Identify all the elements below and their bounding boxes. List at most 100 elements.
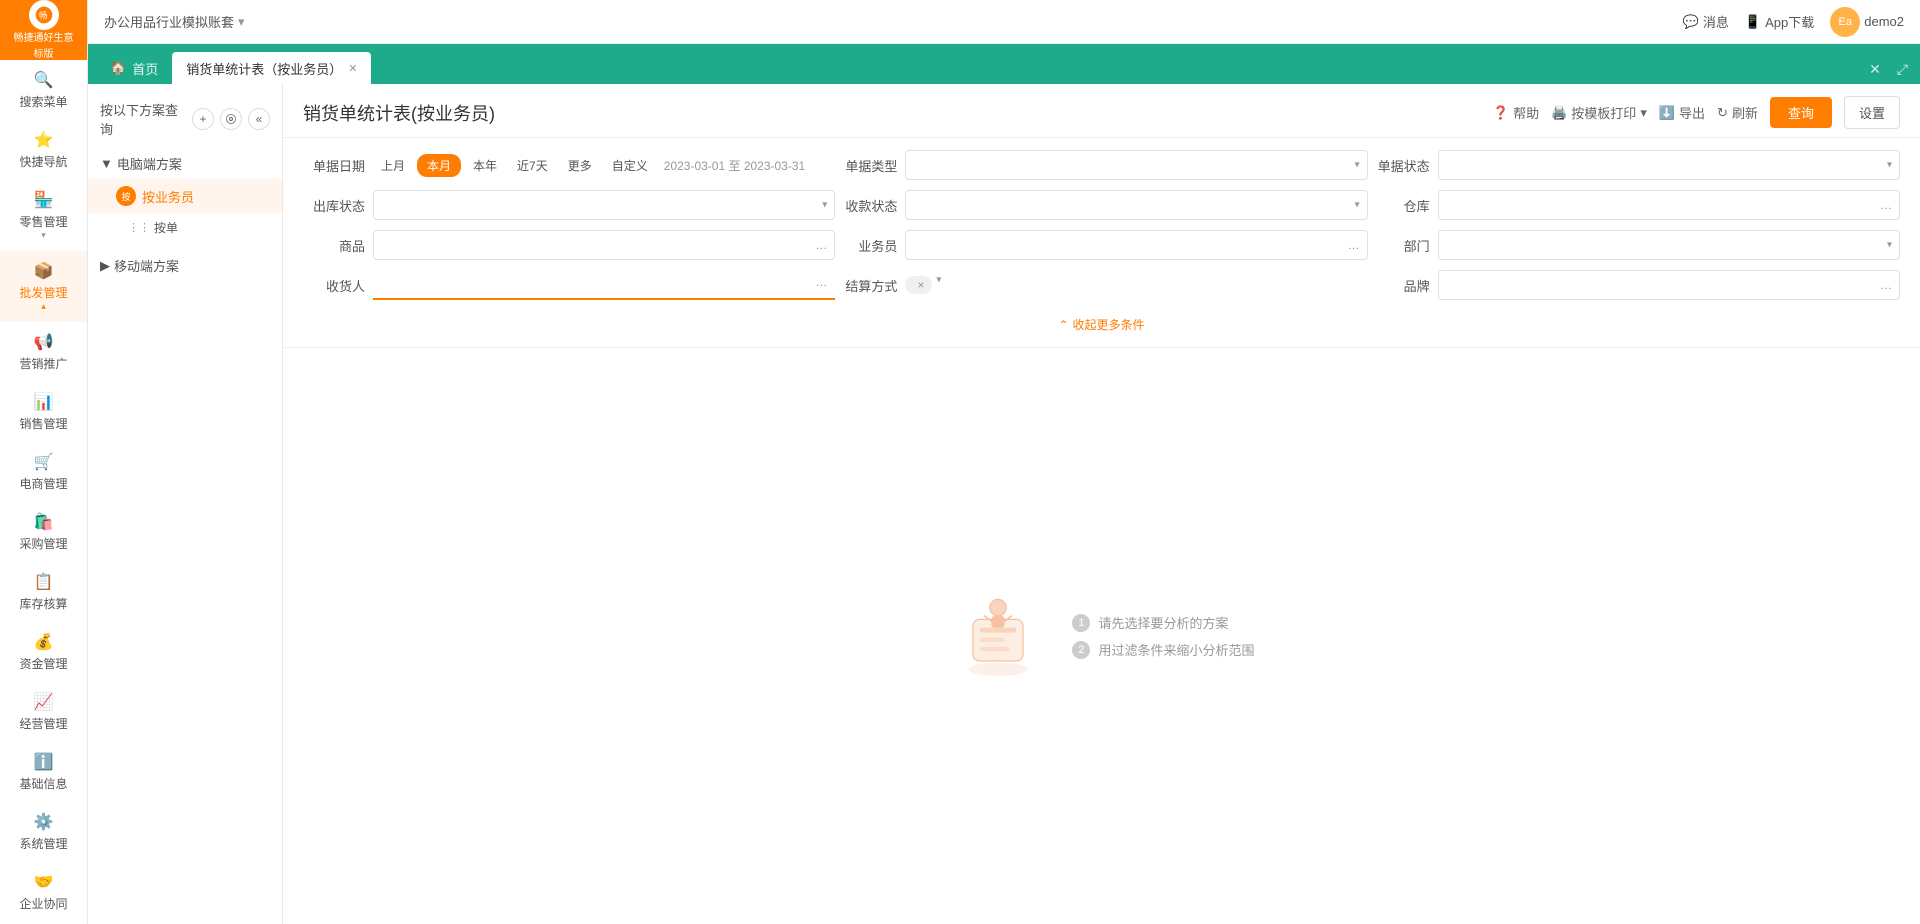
- sidebar-item-wholesale[interactable]: 📦 批发管理 ▴: [0, 251, 88, 322]
- mobile-group-arrow: ▶: [100, 258, 110, 274]
- template-print-label: 按模板打印: [1571, 103, 1636, 122]
- sidebar-item-inventory[interactable]: 📋 库存核算: [0, 562, 88, 622]
- receiver-dots-icon[interactable]: …: [815, 275, 827, 289]
- sidebar-item-marketing[interactable]: 📢 营销推广: [0, 322, 88, 382]
- app-name-dropdown[interactable]: 办公用品行业模拟账套 ▾: [104, 12, 245, 31]
- help-btn[interactable]: ❓ 帮助: [1493, 103, 1539, 122]
- sidebar-item-retail[interactable]: 🏪 零售管理 ▾: [0, 180, 88, 251]
- sidebar-item-sales[interactable]: 📊 销售管理: [0, 382, 88, 442]
- salesperson-dots-icon[interactable]: …: [1348, 238, 1360, 252]
- desktop-scheme-group: ▼ 电脑端方案 按 按业务员 ⋮⋮ 按单: [88, 144, 282, 246]
- template-print-btn[interactable]: 🖨️ 按模板打印 ▾: [1551, 103, 1647, 122]
- goods-dots-icon[interactable]: …: [815, 238, 827, 252]
- out-status-select[interactable]: [373, 190, 835, 220]
- export-label: 导出: [1679, 103, 1705, 122]
- empty-hints: 1 请先选择要分析的方案 2 用过滤条件来缩小分析范围: [1072, 613, 1254, 659]
- date-tab-last7[interactable]: 近7天: [509, 154, 556, 177]
- sidebar-item-purchase[interactable]: 🛍️ 采购管理: [0, 502, 88, 562]
- salesperson-input[interactable]: [905, 230, 1367, 260]
- settle-tag-close[interactable]: ×: [917, 278, 924, 292]
- brand-input[interactable]: [1438, 270, 1900, 300]
- scheme-by-salesperson[interactable]: 按 按业务员: [88, 179, 282, 213]
- warehouse-dots-icon[interactable]: …: [1880, 198, 1892, 212]
- goods-label: 商品: [303, 236, 373, 255]
- doc-type-select[interactable]: [905, 150, 1367, 180]
- doc-type-control: ▾: [905, 150, 1367, 180]
- retail-icon: 🏪: [34, 190, 54, 210]
- scheme-salesperson-label: 按业务员: [142, 187, 194, 206]
- user-avatar: Ea: [1830, 7, 1860, 37]
- filter-row-1: 单据日期 上月 本月 本年 近7天 更多 自定义 2023-03-01 至 20…: [303, 150, 1900, 180]
- ecommerce-icon: 🛒: [34, 452, 54, 472]
- tab-close-all-btn[interactable]: ✕: [1865, 59, 1885, 80]
- sidebar-wholesale-label: 批发管理: [19, 284, 67, 301]
- left-panel-edit-btn[interactable]: [220, 108, 242, 130]
- hint-num-1: 1: [1072, 614, 1090, 632]
- export-icon: ⬇️: [1659, 105, 1675, 121]
- sidebar-search[interactable]: 🔍 搜索菜单: [0, 60, 88, 120]
- sidebar-item-finance[interactable]: 💰 资金管理: [0, 622, 88, 682]
- user-name-label: demo2: [1864, 14, 1904, 29]
- sidebar-quicknav[interactable]: ⭐ 快捷导航: [0, 120, 88, 180]
- message-btn[interactable]: 💬 消息: [1683, 12, 1729, 31]
- sidebar-item-ecommerce[interactable]: 🛒 电商管理: [0, 442, 88, 502]
- left-panel-header: 按以下方案查询 + «: [88, 94, 282, 144]
- desktop-scheme-header[interactable]: ▼ 电脑端方案: [88, 148, 282, 179]
- tab-close-icon[interactable]: ✕: [348, 62, 357, 75]
- sidebar-item-operation[interactable]: 📈 经营管理: [0, 682, 88, 742]
- doc-status-select[interactable]: [1438, 150, 1900, 180]
- out-status-label: 出库状态: [303, 196, 373, 215]
- export-btn[interactable]: ⬇️ 导出: [1659, 103, 1705, 122]
- user-menu[interactable]: Ea demo2: [1830, 7, 1904, 37]
- refresh-btn[interactable]: ↻ 刷新: [1717, 103, 1758, 122]
- date-tab-this-month[interactable]: 本月: [417, 154, 461, 177]
- app-download-btn[interactable]: 📱 App下载: [1745, 12, 1814, 31]
- goods-input[interactable]: [373, 230, 835, 260]
- left-panel-actions: + «: [192, 108, 270, 130]
- order-icon: ⋮⋮: [128, 221, 150, 234]
- filter-goods: 商品 …: [303, 230, 835, 260]
- sidebar-sales-label: 销售管理: [19, 415, 67, 432]
- warehouse-input[interactable]: [1438, 190, 1900, 220]
- out-status-control: ▾: [373, 190, 835, 220]
- date-tab-custom[interactable]: 自定义: [604, 154, 656, 177]
- tab-expand-btn[interactable]: ⤢: [1893, 59, 1912, 80]
- sidebar-item-basic[interactable]: ℹ️ 基础信息: [0, 742, 88, 802]
- brand-dots-icon[interactable]: …: [1880, 278, 1892, 292]
- basic-icon: ℹ️: [34, 752, 54, 772]
- date-tab-this-year[interactable]: 本年: [465, 154, 505, 177]
- empty-hint-2: 2 用过滤条件来缩小分析范围: [1072, 640, 1254, 659]
- date-tab-last-month[interactable]: 上月: [373, 154, 413, 177]
- tab-sales-stat-label: 销货单统计表（按业务员）: [186, 59, 342, 78]
- search-icon: 🔍: [34, 70, 54, 90]
- date-tab-more[interactable]: 更多: [560, 154, 600, 177]
- mobile-scheme-group: ▶ 移动端方案: [88, 246, 282, 285]
- right-panel: 销货单统计表(按业务员) ❓ 帮助 🖨️ 按模板打印 ▾ ⬇️ 导出: [283, 84, 1920, 924]
- wholesale-arrow: ▴: [41, 301, 46, 312]
- settle-method-arrow-icon: ▾: [936, 274, 941, 285]
- left-panel-add-btn[interactable]: +: [192, 108, 214, 130]
- query-button[interactable]: 查询: [1770, 97, 1832, 128]
- sidebar-enterprise-label: 企业协同: [19, 895, 67, 912]
- topbar: 办公用品行业模拟账套 ▾ 💬 消息 📱 App下载 Ea demo2: [88, 0, 1920, 44]
- collapse-btn[interactable]: ⌃ 收起更多条件: [1058, 316, 1144, 333]
- settings-button[interactable]: 设置: [1844, 96, 1900, 129]
- topbar-left: 办公用品行业模拟账套 ▾: [104, 12, 245, 31]
- mobile-scheme-header[interactable]: ▶ 移动端方案: [88, 250, 282, 281]
- sidebar-item-system[interactable]: ⚙️ 系统管理: [0, 802, 88, 862]
- tab-home[interactable]: 🏠 首页: [96, 52, 172, 84]
- scheme-salesperson-icon: 按: [116, 186, 136, 206]
- receipt-status-select[interactable]: [905, 190, 1367, 220]
- department-select[interactable]: [1438, 230, 1900, 260]
- marketing-icon: 📢: [34, 332, 54, 352]
- hint-text-1: 请先选择要分析的方案: [1098, 613, 1228, 632]
- scheme-by-order[interactable]: ⋮⋮ 按单: [88, 213, 282, 242]
- purchase-icon: 🛍️: [34, 512, 54, 532]
- tab-sales-stat[interactable]: 销货单统计表（按业务员） ✕: [172, 52, 371, 84]
- left-panel-collapse-btn[interactable]: «: [248, 108, 270, 130]
- left-panel-title: 按以下方案查询: [100, 100, 188, 138]
- wholesale-icon: 📦: [34, 261, 54, 281]
- sidebar-item-enterprise[interactable]: 🤝 企业协同: [0, 862, 88, 922]
- filter-settle-method: 结算方式 × ▾: [835, 276, 1367, 295]
- receiver-input[interactable]: [373, 270, 835, 300]
